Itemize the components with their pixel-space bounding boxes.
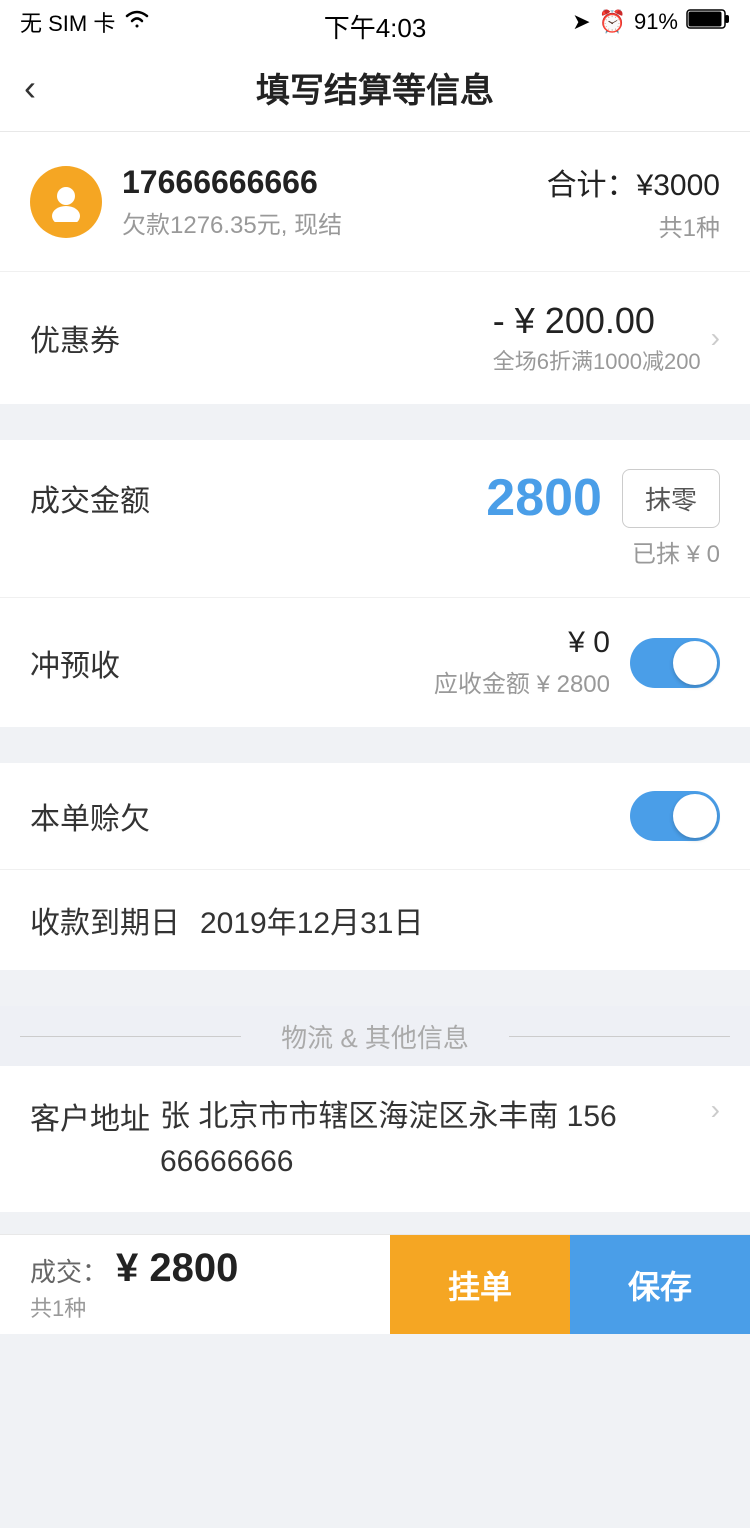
- customer-phone: 17666666666: [122, 164, 342, 201]
- battery-text: 91%: [634, 9, 678, 35]
- duedate-label: 收款到期日: [30, 898, 180, 942]
- duedate-value: 2019年12月31日: [200, 898, 423, 942]
- amount-label: 成交金额: [30, 476, 150, 520]
- hold-button[interactable]: 挂单: [390, 1235, 570, 1334]
- total-count: 共1种: [547, 208, 720, 243]
- divider-line-left: [20, 1036, 241, 1037]
- customer-sub: 欠款1276.35元, 现结: [122, 205, 342, 240]
- no-sim-text: 无 SIM 卡: [20, 6, 115, 38]
- amount-right: 2800 抹零: [486, 468, 720, 528]
- coupon-row[interactable]: 优惠券 - ¥ 200.00 全场6折满1000减200 ›: [0, 271, 750, 404]
- prereceive-label: 冲预收: [30, 641, 120, 685]
- customer-right: 合计：¥3000 共1种: [547, 160, 720, 243]
- total-amount: 合计：¥3000: [547, 160, 720, 204]
- prereceive-section: 冲预收 ¥ 0 应收金额 ¥ 2800: [0, 597, 750, 727]
- footer-summary-top: 成交： ¥ 2800: [30, 1246, 360, 1291]
- amount-value: 2800: [486, 468, 602, 528]
- divider-line-right: [509, 1036, 730, 1037]
- debit-toggle-knob: [673, 794, 717, 838]
- prereceive-amount: ¥ 0 应收金额 ¥ 2800: [434, 626, 610, 699]
- footer-summary: 成交： ¥ 2800 共1种: [0, 1235, 390, 1334]
- customer-left: 17666666666 欠款1276.35元, 现结: [30, 164, 342, 240]
- address-value: 张 北京市市辖区海淀区永丰南 156 66666666: [160, 1094, 701, 1184]
- footer-summary-amount: ¥ 2800: [116, 1246, 238, 1291]
- address-label: 客户地址: [30, 1094, 160, 1138]
- coupon-desc: 全场6折满1000减200: [493, 344, 701, 376]
- address-card: 客户地址 张 北京市市辖区海淀区永丰南 156 66666666 ›: [0, 1066, 750, 1212]
- divider-1: [0, 420, 750, 440]
- duedate-row: 收款到期日 2019年12月31日: [30, 898, 720, 942]
- avatar-person-icon: [46, 182, 86, 222]
- wifi-icon: [123, 8, 151, 36]
- status-right: ➤ ⏰ 91%: [572, 8, 730, 36]
- prereceive-value: ¥ 0: [434, 626, 610, 660]
- address-row[interactable]: 客户地址 张 北京市市辖区海淀区永丰南 156 66666666 ›: [30, 1094, 720, 1184]
- debit-label: 本单赊欠: [30, 794, 150, 838]
- address-section: 客户地址 张 北京市市辖区海淀区永丰南 156 66666666 ›: [0, 1066, 750, 1212]
- save-button[interactable]: 保存: [570, 1235, 750, 1334]
- debit-row: 本单赊欠: [30, 791, 720, 841]
- round-button[interactable]: 抹零: [622, 469, 720, 528]
- footer-bar: 成交： ¥ 2800 共1种 挂单 保存: [0, 1234, 750, 1334]
- amount-sub: 已抹 ¥ 0: [30, 534, 720, 569]
- divider-3: [0, 986, 750, 1006]
- duedate-section: 收款到期日 2019年12月31日: [0, 869, 750, 970]
- prereceive-sub: 应收金额 ¥ 2800: [434, 664, 610, 699]
- status-time: 下午4:03: [324, 8, 427, 45]
- divider-2: [0, 743, 750, 763]
- nav-bar: ‹ 填写结算等信息: [0, 44, 750, 132]
- location-icon: ➤: [572, 9, 590, 35]
- prereceive-toggle[interactable]: [630, 638, 720, 688]
- toggle-knob: [673, 641, 717, 685]
- back-button[interactable]: ‹: [24, 67, 36, 109]
- logistics-divider: 物流 & 其他信息: [0, 1006, 750, 1066]
- customer-card: 17666666666 欠款1276.35元, 现结 合计：¥3000 共1种 …: [0, 132, 750, 404]
- amount-row: 成交金额 2800 抹零: [30, 468, 720, 528]
- battery-icon: [686, 8, 730, 36]
- status-bar: 无 SIM 卡 下午4:03 ➤ ⏰ 91%: [0, 0, 750, 44]
- customer-row: 17666666666 欠款1276.35元, 现结 合计：¥3000 共1种: [0, 132, 750, 271]
- logistics-label: 物流 & 其他信息: [281, 1018, 469, 1055]
- prereceive-right: ¥ 0 应收金额 ¥ 2800: [434, 626, 720, 699]
- address-chevron-icon: ›: [711, 1094, 720, 1126]
- amount-card: 成交金额 2800 抹零 已抹 ¥ 0 冲预收 ¥ 0 应收金额 ¥ 2800: [0, 440, 750, 727]
- coupon-discount: - ¥ 200.00: [493, 300, 701, 342]
- page-title: 填写结算等信息: [256, 63, 494, 112]
- coupon-label: 优惠券: [30, 316, 120, 360]
- coupon-info: - ¥ 200.00 全场6折满1000减200: [493, 300, 701, 376]
- chevron-right-icon: ›: [711, 322, 720, 354]
- debit-section: 本单赊欠: [0, 763, 750, 869]
- avatar: [30, 166, 102, 238]
- debit-card: 本单赊欠 收款到期日 2019年12月31日: [0, 763, 750, 970]
- footer-summary-label: 成交：: [30, 1252, 108, 1289]
- debit-toggle[interactable]: [630, 791, 720, 841]
- customer-info: 17666666666 欠款1276.35元, 现结: [122, 164, 342, 240]
- footer-summary-count: 共1种: [30, 1291, 360, 1323]
- status-left: 无 SIM 卡: [20, 6, 151, 38]
- amount-section: 成交金额 2800 抹零 已抹 ¥ 0: [0, 440, 750, 597]
- alarm-icon: ⏰: [599, 9, 626, 35]
- footer-spacer: [0, 1428, 750, 1528]
- prereceive-row: 冲预收 ¥ 0 应收金额 ¥ 2800: [30, 626, 720, 699]
- coupon-right: - ¥ 200.00 全场6折满1000减200 ›: [493, 300, 720, 376]
